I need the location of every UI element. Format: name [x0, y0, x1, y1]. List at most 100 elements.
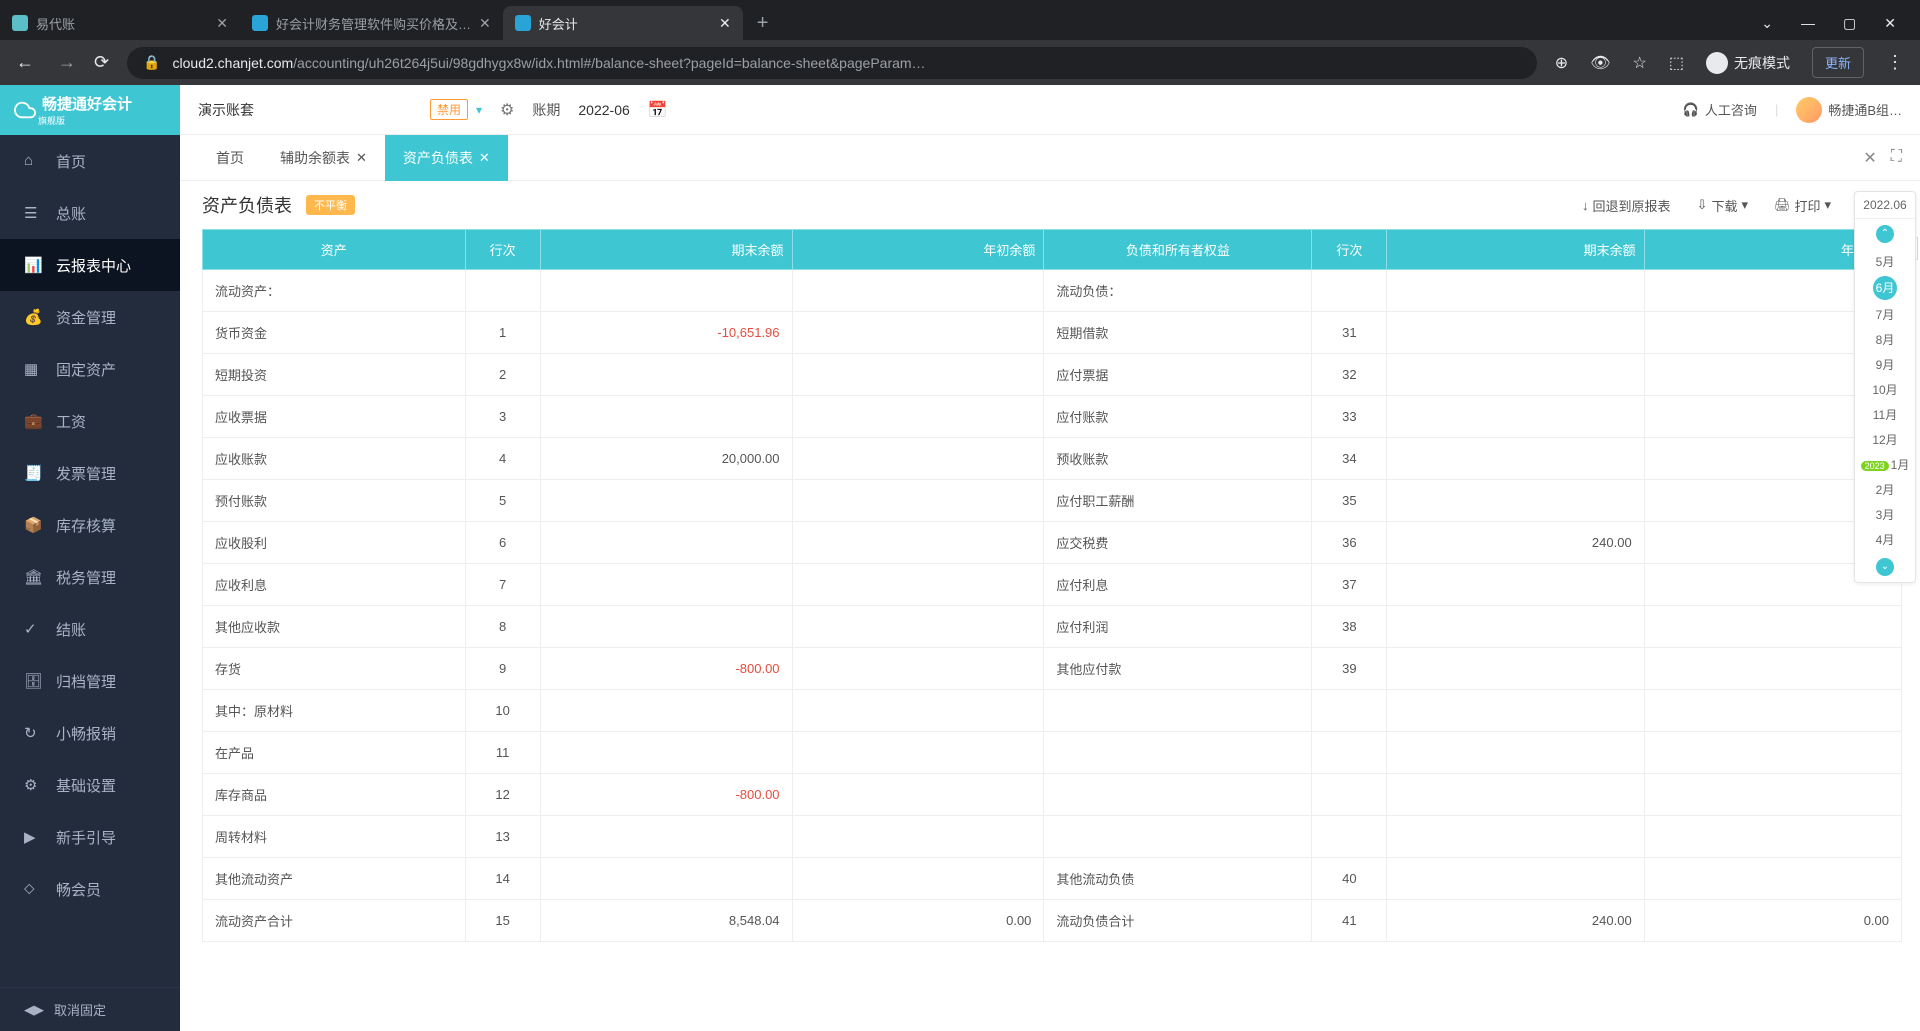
- download-button[interactable]: ⇩ 下载 ▾: [1697, 196, 1748, 215]
- sidebar-item-ledger[interactable]: ☰总账: [0, 187, 180, 239]
- address-actions: ⊕ 👁 ☆ ⬚ 🕶 无痕模式 更新 ⋮: [1555, 47, 1904, 78]
- sidebar-item-label: 归档管理: [56, 671, 116, 692]
- cell-liab: [1044, 690, 1312, 732]
- table-row[interactable]: 流动资产合计 15 8,548.04 0.00 流动负债合计 41 240.00…: [203, 900, 1902, 942]
- year-label[interactable]: 2022.06: [1855, 192, 1915, 219]
- rollback-button[interactable]: ↓ 回退到原报表: [1582, 196, 1671, 215]
- table-row[interactable]: 短期投资 2 应付票据 32: [203, 354, 1902, 396]
- sidebar-logo[interactable]: 畅捷通好会计 旗舰版: [0, 85, 180, 135]
- close-icon[interactable]: ✕: [479, 15, 491, 32]
- table-row[interactable]: 在产品 11: [203, 732, 1902, 774]
- th-begbal1: 年初余额: [792, 230, 1044, 270]
- eye-off-icon[interactable]: 👁: [1590, 53, 1610, 73]
- page-tab-aux-balance[interactable]: 辅助余额表 ✕: [262, 135, 385, 181]
- table-row[interactable]: 其他流动资产 14 其他流动负债 40: [203, 858, 1902, 900]
- month-item[interactable]: 12月: [1855, 427, 1915, 452]
- page-tab-balance-sheet[interactable]: 资产负债表 ✕: [385, 135, 508, 181]
- calendar-icon[interactable]: 📅: [648, 100, 668, 120]
- table-row[interactable]: 周转材料 13: [203, 816, 1902, 858]
- minimize-icon[interactable]: —: [1801, 15, 1815, 31]
- browser-tab-1[interactable]: 易代账 ✕: [0, 6, 240, 40]
- back-icon[interactable]: ←: [16, 52, 34, 73]
- sidebar-item-inventory[interactable]: 📦库存核算: [0, 499, 180, 551]
- caret-down-icon[interactable]: ▾: [476, 103, 482, 117]
- kebab-icon[interactable]: ⋮: [1886, 52, 1904, 73]
- cell-begbal1: [792, 312, 1044, 354]
- favicon-icon: [12, 15, 28, 31]
- disable-tag[interactable]: 禁用: [430, 99, 468, 120]
- user-menu[interactable]: 畅捷通B组…: [1796, 97, 1902, 123]
- sidebar-item-settings[interactable]: ⚙基础设置: [0, 759, 180, 811]
- support-button[interactable]: 🎧 人工咨询: [1683, 100, 1757, 119]
- close-icon[interactable]: ✕: [479, 150, 490, 166]
- sidebar-item-asset[interactable]: ▦固定资产: [0, 343, 180, 395]
- month-item[interactable]: 7月: [1855, 302, 1915, 327]
- period-label: 账期: [532, 100, 560, 120]
- close-icon[interactable]: ✕: [216, 15, 228, 32]
- update-button[interactable]: 更新: [1812, 47, 1864, 78]
- maximize-icon[interactable]: ▢: [1843, 15, 1856, 32]
- month-item[interactable]: 4月: [1855, 527, 1915, 552]
- close-all-icon[interactable]: ✕: [1863, 148, 1876, 168]
- star-icon[interactable]: ☆: [1633, 53, 1647, 73]
- table-row[interactable]: 应收股利 6 应交税费 36 240.00: [203, 522, 1902, 564]
- table-row[interactable]: 库存商品 12 -800.00: [203, 774, 1902, 816]
- gear-icon[interactable]: ⚙: [500, 100, 514, 120]
- account-name[interactable]: 演示账套: [198, 100, 254, 120]
- new-tab-button[interactable]: +: [743, 6, 783, 40]
- window-controls: ⌄ — ▢ ✕: [1761, 6, 1920, 40]
- browser-tab-3[interactable]: 好会计 ✕: [503, 6, 743, 40]
- table-row[interactable]: 流动资产： 流动负债：: [203, 270, 1902, 312]
- month-item[interactable]: 10月: [1855, 377, 1915, 402]
- table-row[interactable]: 存货 9 -800.00 其他应付款 39: [203, 648, 1902, 690]
- chevron-down-icon[interactable]: ⌄: [1761, 15, 1773, 32]
- month-item[interactable]: 5月: [1855, 249, 1915, 274]
- table-row[interactable]: 其中：原材料 10: [203, 690, 1902, 732]
- brand-sub: 旗舰版: [38, 114, 132, 127]
- table-row[interactable]: 货币资金 1 -10,651.96 短期借款 31: [203, 312, 1902, 354]
- table-row[interactable]: 应收票据 3 应付账款 33: [203, 396, 1902, 438]
- sidebar-item-fund[interactable]: 💰资金管理: [0, 291, 180, 343]
- table-row[interactable]: 应收利息 7 应付利息 37: [203, 564, 1902, 606]
- up-arrow-icon[interactable]: ⌃: [1876, 225, 1894, 243]
- cell-line1: 2: [465, 354, 540, 396]
- close-icon[interactable]: ✕: [719, 15, 731, 32]
- cell-endbal2: [1387, 564, 1644, 606]
- extension-icon[interactable]: ⬚: [1669, 53, 1684, 73]
- month-year-badge-row[interactable]: 20231月: [1855, 452, 1915, 477]
- print-button[interactable]: 🖨 打印 ▾: [1774, 196, 1831, 215]
- cell-line2: [1312, 732, 1387, 774]
- sidebar-item-invoice[interactable]: 🧾发票管理: [0, 447, 180, 499]
- down-arrow-icon[interactable]: ⌄: [1876, 558, 1894, 576]
- url-field[interactable]: 🔒 cloud2.chanjet.com/accounting/uh26t264…: [127, 47, 1537, 79]
- month-item[interactable]: 8月: [1855, 327, 1915, 352]
- month-item[interactable]: 11月: [1855, 402, 1915, 427]
- month-item[interactable]: 9月: [1855, 352, 1915, 377]
- fullscreen-icon[interactable]: ⛶: [1891, 148, 1902, 168]
- sidebar-item-report[interactable]: 📊云报表中心: [0, 239, 180, 291]
- sidebar-item-home[interactable]: ⌂首页: [0, 135, 180, 187]
- sidebar-item-salary[interactable]: 💼工资: [0, 395, 180, 447]
- cell-endbal1: [540, 858, 792, 900]
- sidebar-item-archive[interactable]: 🗄归档管理: [0, 655, 180, 707]
- close-window-icon[interactable]: ✕: [1884, 15, 1896, 32]
- period-value[interactable]: 2022-06: [578, 102, 629, 118]
- forward-icon[interactable]: →: [58, 52, 76, 73]
- browser-tab-2[interactable]: 好会计财务管理软件购买价格及… ✕: [240, 6, 503, 40]
- sidebar-item-guide[interactable]: ▶新手引导: [0, 811, 180, 863]
- table-row[interactable]: 应收账款 4 20,000.00 预收账款 34: [203, 438, 1902, 480]
- month-item[interactable]: 6月: [1873, 276, 1897, 300]
- close-icon[interactable]: ✕: [356, 150, 367, 166]
- month-item[interactable]: 3月: [1855, 502, 1915, 527]
- reload-icon[interactable]: ⟳: [94, 52, 109, 73]
- sidebar-item-vip[interactable]: ⬦畅会员: [0, 863, 180, 915]
- sidebar-item-reimburse[interactable]: ↻小畅报销: [0, 707, 180, 759]
- month-item[interactable]: 2月: [1855, 477, 1915, 502]
- sidebar-item-tax[interactable]: 🏛税务管理: [0, 551, 180, 603]
- search-icon[interactable]: ⊕: [1555, 53, 1568, 73]
- page-tab-home[interactable]: 首页: [198, 135, 262, 181]
- table-row[interactable]: 预付账款 5 应付职工薪酬 35: [203, 480, 1902, 522]
- sidebar-footer[interactable]: ◀▶ 取消固定: [0, 987, 180, 1031]
- table-row[interactable]: 其他应收款 8 应付利润 38: [203, 606, 1902, 648]
- sidebar-item-closing[interactable]: ✓结账: [0, 603, 180, 655]
